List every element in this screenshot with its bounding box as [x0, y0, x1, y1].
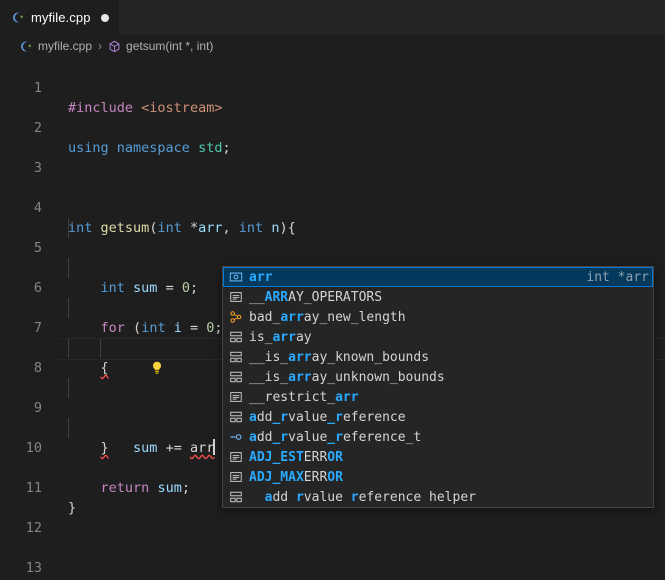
- indent-guide: [68, 298, 69, 318]
- breadcrumb-symbol-label: getsum(int *, int): [126, 39, 213, 53]
- code-line: 1 #include <iostream>: [0, 58, 665, 78]
- indent-guide: [68, 218, 69, 238]
- suggestion-dropdown[interactable]: arr int *arr __ARRAY_OPERATORS bad_array…: [222, 266, 654, 508]
- line-number: 7: [0, 318, 42, 338]
- struct-icon: [228, 409, 244, 425]
- suggestion-item[interactable]: arr int *arr: [223, 267, 653, 287]
- indent-guide: [100, 338, 101, 358]
- line-number: 3: [0, 158, 42, 178]
- unsaved-indicator[interactable]: [101, 14, 109, 22]
- code-text: }: [68, 438, 109, 458]
- breadcrumb-separator-icon: ›: [98, 39, 102, 53]
- code-line: 13 int main (): [0, 538, 665, 558]
- suggestion-label: __ARRAY_OPERATORS: [249, 290, 649, 305]
- suggestion-label: bad_array_new_length: [249, 310, 649, 325]
- suggestion-label: ADJ_ESTERROR: [249, 450, 649, 465]
- indent-guide: [68, 378, 69, 398]
- snippet-icon: [228, 389, 244, 405]
- code-line: 5 int sum = 0;: [0, 218, 665, 238]
- editor-tab-label: myfile.cpp: [31, 10, 91, 25]
- line-number: 1: [0, 78, 42, 98]
- lightbulb-icon[interactable]: [72, 340, 88, 356]
- code-text: int sum = 0;: [68, 278, 198, 298]
- code-editor[interactable]: 1 #include <iostream> 2 using namespace …: [0, 58, 665, 580]
- text-cursor: [213, 439, 215, 455]
- indent-guide: [68, 418, 69, 438]
- variable-icon: [228, 269, 244, 285]
- snippet-icon: [228, 289, 244, 305]
- line-number: 8: [0, 358, 42, 378]
- suggestion-item[interactable]: add_rvalue_reference: [223, 407, 653, 427]
- breadcrumb-file-label: myfile.cpp: [38, 39, 92, 53]
- editor-tab-myfile-cpp[interactable]: myfile.cpp: [0, 0, 119, 34]
- line-number: 4: [0, 198, 42, 218]
- suggestion-detail: int *arr: [576, 270, 649, 285]
- cpp-file-icon: [12, 11, 25, 24]
- suggestion-item[interactable]: __restrict_arr: [223, 387, 653, 407]
- snippet-icon: [228, 449, 244, 465]
- suggestion-item[interactable]: add rvalue reference helper: [223, 487, 653, 507]
- vscode-window: myfile.cpp myfile.cpp ›: [0, 0, 665, 580]
- typedef-icon: [228, 429, 244, 445]
- suggestion-item[interactable]: ADJ_MAXERROR: [223, 467, 653, 487]
- cube-icon: [108, 40, 121, 53]
- cpp-file-icon: [20, 40, 33, 53]
- suggestion-label: ADJ_MAXERROR: [249, 470, 649, 485]
- suggestion-label: add_rvalue_reference_t: [249, 430, 649, 445]
- code-line: 3: [0, 138, 665, 158]
- suggestion-item[interactable]: __ARRAY_OPERATORS: [223, 287, 653, 307]
- line-number: 11: [0, 478, 42, 498]
- breadcrumb-file[interactable]: myfile.cpp: [20, 39, 92, 53]
- suggestion-label: add rvalue reference helper: [249, 490, 649, 505]
- indent-guide: [68, 258, 69, 278]
- struct-icon: [228, 349, 244, 365]
- line-number: 13: [0, 558, 42, 578]
- code-line: 4 int getsum(int *arr, int n){: [0, 178, 665, 198]
- suggestion-item[interactable]: __is_array_known_bounds: [223, 347, 653, 367]
- suggestion-item[interactable]: bad_array_new_length: [223, 307, 653, 327]
- line-number: 12: [0, 518, 42, 538]
- suggestion-label: __is_array_known_bounds: [249, 350, 649, 365]
- snippet-icon: [228, 469, 244, 485]
- suggestion-label: is_array: [249, 330, 649, 345]
- line-number: 2: [0, 118, 42, 138]
- breadcrumb-symbol[interactable]: getsum(int *, int): [108, 39, 213, 53]
- suggestion-item[interactable]: add_rvalue_reference_t: [223, 427, 653, 447]
- line-number: 9: [0, 398, 42, 418]
- suggestion-label: arr: [249, 270, 576, 285]
- struct-icon: [228, 489, 244, 505]
- struct-icon: [228, 369, 244, 385]
- editor-tab-bar: myfile.cpp: [0, 0, 665, 34]
- suggestion-label: add_rvalue_reference: [249, 410, 649, 425]
- struct-icon: [228, 329, 244, 345]
- code-line: 2 using namespace std;: [0, 98, 665, 118]
- indent-guide: [68, 338, 69, 358]
- line-number: 10: [0, 438, 42, 458]
- breadcrumb: myfile.cpp › getsum(int *, int): [0, 34, 665, 58]
- suggestion-label: __restrict_arr: [249, 390, 649, 405]
- suggestion-item[interactable]: __is_array_unknown_bounds: [223, 367, 653, 387]
- line-number: 6: [0, 278, 42, 298]
- suggestion-label: __is_array_unknown_bounds: [249, 370, 649, 385]
- code-text: return sum;: [68, 478, 190, 498]
- line-number: 5: [0, 238, 42, 258]
- class-icon: [228, 309, 244, 325]
- suggestion-item[interactable]: ADJ_ESTERROR: [223, 447, 653, 467]
- suggestion-item[interactable]: is_array: [223, 327, 653, 347]
